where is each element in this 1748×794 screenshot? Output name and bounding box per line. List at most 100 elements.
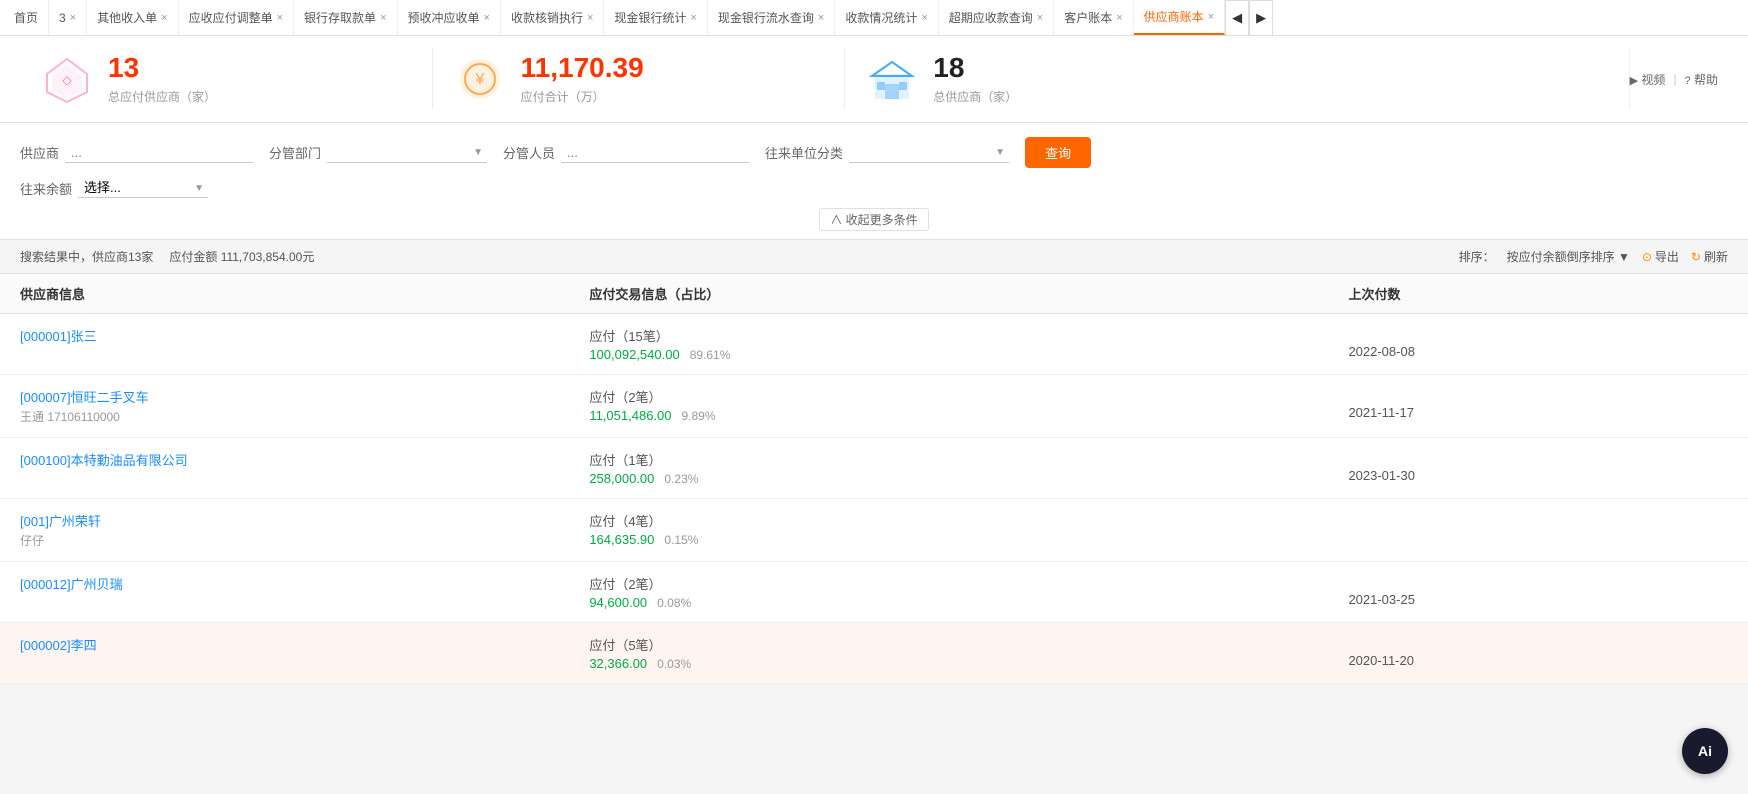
nav-tab-overdue-query[interactable]: 超期应收款查询 × — [939, 0, 1054, 35]
close-icon[interactable]: × — [1208, 11, 1214, 23]
filter-person: 分管人员 — [503, 143, 749, 163]
last-pay — [1348, 511, 1728, 529]
nav-tab-home[interactable]: 首页 — [4, 0, 49, 35]
trans-label: 应付（2笔） — [589, 574, 1348, 593]
close-icon[interactable]: × — [1037, 12, 1043, 24]
refresh-icon: ↻ — [1691, 250, 1701, 264]
balance-select-wrap: 选择... ▼ — [78, 178, 208, 198]
nav-tab-collection-stats[interactable]: 收款情况统计 × — [835, 0, 938, 35]
close-icon[interactable]: × — [818, 12, 824, 24]
nav-tab-bank-deposit[interactable]: 银行存取款单 × — [294, 0, 397, 35]
header-lastpay: 上次付数 — [1348, 284, 1728, 303]
table-row: [000012]广州贝瑞 应付（2笔） 94,600.00 0.08% 2021… — [0, 562, 1748, 623]
table-row: [000002]李四 应付（5笔） 32,366.00 0.03% 2020-1… — [0, 623, 1748, 684]
category-label: 往来单位分类 — [765, 143, 843, 162]
person-input[interactable] — [561, 143, 749, 163]
supplier-name-link[interactable]: [000002]李四 — [20, 635, 589, 654]
stat-info-payable-amount: 11,170.39 应付合计（万） — [521, 53, 644, 105]
top-right-tools: ▶ 视频 | ? 帮助 — [1630, 48, 1728, 110]
supplier-info: [000100]本特勤油品有限公司 — [20, 450, 589, 469]
dept-select-wrap: ▼ — [327, 143, 487, 163]
stat-card-total-suppliers: 18 总供应商（家） — [845, 48, 1629, 110]
close-icon[interactable]: × — [277, 12, 283, 24]
supplier-name-link[interactable]: [000007]恒旺二手叉车 — [20, 387, 589, 406]
trans-pct: 9.89% — [682, 409, 716, 423]
table-header: 供应商信息 应付交易信息（占比） 上次付数 — [0, 274, 1748, 314]
transaction-info: 应付（2笔） 94,600.00 0.08% — [589, 574, 1348, 610]
nav-tab-collection-exec[interactable]: 收款核销执行 × — [501, 0, 604, 35]
search-button[interactable]: 查询 — [1025, 137, 1091, 168]
transaction-info: 应付（15笔） 100,092,540.00 89.61% — [589, 326, 1348, 362]
nav-prev-arrow[interactable]: ◀ — [1225, 0, 1249, 36]
supplier-info: [000001]张三 — [20, 326, 589, 345]
supplier-name-link[interactable]: [001]广州荣轩 — [20, 511, 589, 530]
header-transaction: 应付交易信息（占比） — [589, 284, 1348, 303]
filter-balance: 往来余额 选择... ▼ — [20, 178, 220, 198]
nav-tab-ar-adjustment[interactable]: 应收应付调整单 × — [179, 0, 294, 35]
filter-dept: 分管部门 ▼ — [269, 143, 487, 163]
export-button[interactable]: ⊙ 导出 — [1642, 248, 1679, 265]
nav-tab-other-income[interactable]: 其他收入单 × — [87, 0, 178, 35]
supplier-input[interactable] — [65, 143, 253, 163]
table-row: [000100]本特勤油品有限公司 应付（1笔） 258,000.00 0.23… — [0, 438, 1748, 499]
collapse-button[interactable]: ∧ 收起更多条件 — [819, 208, 928, 231]
stat-value-payable-suppliers: 13 — [108, 53, 216, 84]
svg-text:◇: ◇ — [62, 73, 72, 87]
filter-category: 往来单位分类 ▼ — [765, 143, 1009, 163]
balance-label: 往来余额 — [20, 179, 72, 198]
table-row: [000007]恒旺二手叉车 王通 17106110000 应付（2笔） 11,… — [0, 375, 1748, 438]
supplier-name-link[interactable]: [000012]广州贝瑞 — [20, 574, 589, 593]
transaction-info: 应付（5笔） 32,366.00 0.03% — [589, 635, 1348, 671]
nav-tab-supplier-ledger[interactable]: 供应商账本 × — [1134, 0, 1225, 35]
nav-tab-cashflow-query[interactable]: 现金银行流水查询 × — [708, 0, 835, 35]
result-tools: 排序： 按应付余额倒序排序 ▼ ⊙ 导出 ↻ 刷新 — [1459, 248, 1728, 265]
nav-next-arrow[interactable]: ▶ — [1249, 0, 1273, 36]
category-select-wrap: ▼ — [849, 143, 1009, 163]
person-label: 分管人员 — [503, 143, 555, 162]
supplier-name-link[interactable]: [000100]本特勤油品有限公司 — [20, 450, 589, 469]
filter-supplier: 供应商 — [20, 143, 253, 163]
ai-button[interactable]: Ai — [1682, 728, 1728, 774]
result-info: 搜索结果中，供应商13家 应付金额 111,703,854.00元 — [20, 248, 314, 265]
nav-tab-3[interactable]: 3 × — [49, 0, 87, 35]
close-icon[interactable]: × — [587, 12, 593, 24]
export-icon: ⊙ — [1642, 250, 1652, 264]
trans-label: 应付（4笔） — [589, 511, 1348, 530]
close-icon[interactable]: × — [690, 12, 696, 24]
refresh-button[interactable]: ↻ 刷新 — [1691, 248, 1728, 265]
last-pay: 2021-03-25 — [1348, 574, 1728, 607]
stat-label-payable-amount: 应付合计（万） — [521, 88, 644, 105]
close-icon[interactable]: × — [70, 12, 76, 24]
close-icon[interactable]: × — [921, 12, 927, 24]
stat-value-total-suppliers: 18 — [933, 53, 1017, 84]
header-supplier: 供应商信息 — [20, 284, 589, 303]
stat-value-payable-amount: 11,170.39 — [521, 53, 644, 84]
result-bar: 搜索结果中，供应商13家 应付金额 111,703,854.00元 排序： 按应… — [0, 240, 1748, 274]
supplier-label: 供应商 — [20, 143, 59, 162]
filter-row-2: 往来余额 选择... ▼ — [20, 178, 1728, 198]
filter-area: 供应商 分管部门 ▼ 分管人员 往来单位分类 ▼ 查询 — [0, 123, 1748, 240]
stat-label-payable-suppliers: 总应付供应商（家） — [108, 88, 216, 105]
supplier-name-link[interactable]: [000001]张三 — [20, 326, 589, 345]
supplier-info: [000002]李四 — [20, 635, 589, 654]
sort-select[interactable]: 按应付余额倒序排序 ▼ — [1507, 248, 1630, 265]
supplier-info: [001]广州荣轩 仔仔 — [20, 511, 589, 549]
transaction-info: 应付（4笔） 164,635.90 0.15% — [589, 511, 1348, 547]
video-link[interactable]: ▶ 视频 — [1630, 71, 1666, 88]
close-icon[interactable]: × — [1116, 12, 1122, 24]
trans-label: 应付（2笔） — [589, 387, 1348, 406]
transaction-info: 应付（1笔） 258,000.00 0.23% — [589, 450, 1348, 486]
dept-select[interactable] — [327, 143, 487, 163]
divider: | — [1673, 72, 1676, 86]
help-link[interactable]: ? 帮助 — [1685, 71, 1718, 88]
close-icon[interactable]: × — [484, 12, 490, 24]
category-select[interactable] — [849, 143, 1009, 163]
trans-pct: 0.03% — [657, 657, 691, 671]
balance-select[interactable]: 选择... — [78, 178, 208, 198]
close-icon[interactable]: × — [161, 12, 167, 24]
sort-label: 排序： — [1459, 248, 1495, 265]
close-icon[interactable]: × — [380, 12, 386, 24]
nav-tab-customer-ledger[interactable]: 客户账本 × — [1054, 0, 1133, 35]
nav-tab-cash-stats[interactable]: 现金银行统计 × — [604, 0, 707, 35]
nav-tab-prepay-offset[interactable]: 预收冲应收单 × — [398, 0, 501, 35]
